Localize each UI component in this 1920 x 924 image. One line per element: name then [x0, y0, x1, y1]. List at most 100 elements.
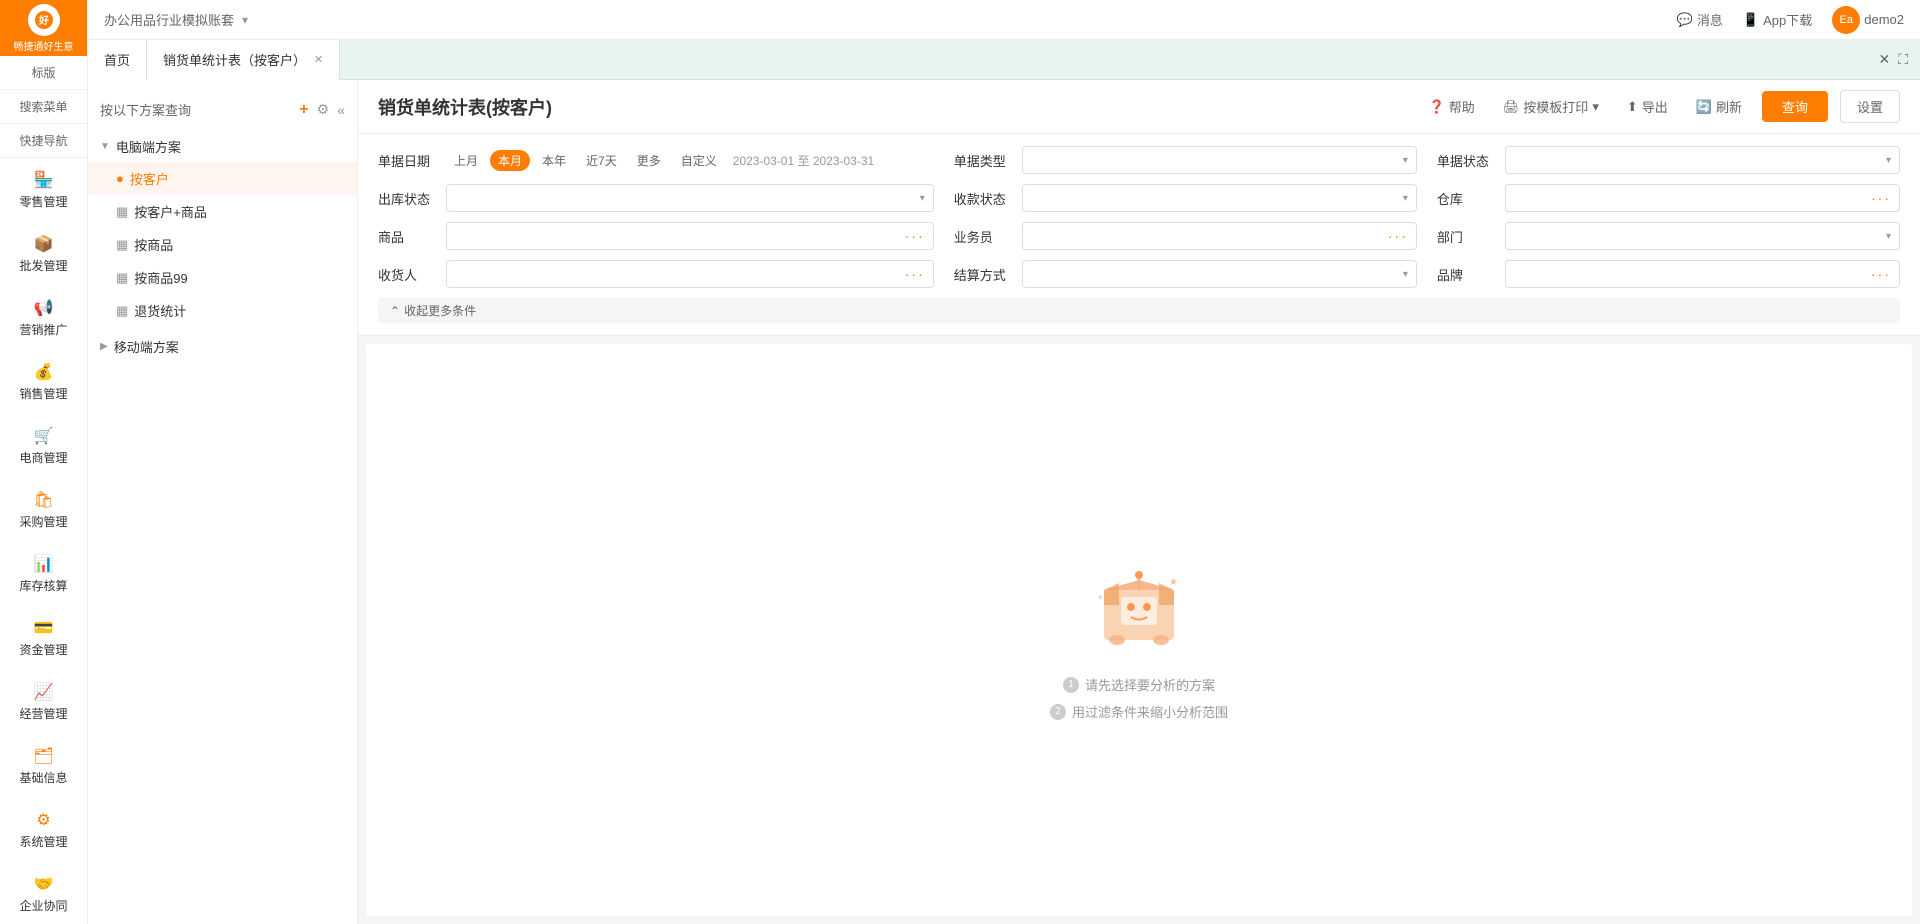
receiver-dots: ···: [905, 266, 925, 282]
department-chevron: ▾: [1886, 231, 1891, 242]
salesperson-label: 业务员: [954, 227, 1014, 246]
warehouse-dots: ···: [1871, 190, 1891, 206]
receiver-label: 收货人: [378, 265, 438, 284]
query-btn[interactable]: 查询: [1762, 91, 1828, 122]
sidebar-logo[interactable]: 好 畅捷通好生意: [0, 0, 88, 56]
sidebar-item-enterprise[interactable]: 🤝 企业协同: [0, 862, 87, 924]
collapse-btn[interactable]: ⌃ 收起更多条件: [378, 298, 1900, 323]
purchase-icon: 🛍: [33, 490, 53, 510]
plan-item-return-stat[interactable]: ▦ 退货统计: [88, 294, 357, 327]
date-tab-more[interactable]: 更多: [629, 150, 669, 171]
left-panel: 按以下方案查询 + ⚙ « ▼ 电脑端方案 ● 按客户 ▦: [88, 80, 358, 924]
help-icon: ❓: [1429, 99, 1445, 115]
order-status-control[interactable]: ▾: [1505, 146, 1900, 174]
sidebar-item-basic[interactable]: 🗂 基础信息: [0, 734, 87, 798]
help-btn[interactable]: ❓ 帮助: [1421, 93, 1483, 120]
settlement-label: 结算方式: [954, 265, 1014, 284]
department-control[interactable]: ▾: [1505, 222, 1900, 250]
by-customer-label: 按客户: [130, 169, 169, 188]
right-content: 销货单统计表(按客户) ❓ 帮助 🖨 按模板打印 ▾ ⬆ 导出: [358, 80, 1920, 924]
warehouse-control[interactable]: ···: [1505, 184, 1900, 212]
sidebar-item-purchase[interactable]: 🛍 采购管理: [0, 478, 87, 542]
plan-item-customer-goods[interactable]: ▦ 按客户+商品: [88, 195, 357, 228]
print-btn[interactable]: 🖨 按模板打印 ▾: [1495, 93, 1607, 120]
goods-control[interactable]: ···: [446, 222, 934, 250]
sidebar-item-inventory[interactable]: 📊 库存核算: [0, 542, 87, 606]
date-tab-this-month[interactable]: 本月: [490, 150, 530, 171]
goods-dots: ···: [905, 228, 925, 244]
filter-row-2: 出库状态 ▾ 收款状态 ▾: [378, 184, 1900, 212]
date-tab-last-month[interactable]: 上月: [446, 150, 486, 171]
sidebar-search[interactable]: 标版: [0, 56, 87, 90]
sidebar-item-sales[interactable]: 💰 销售管理: [0, 350, 87, 414]
tab-sales-stat-label: 销货单统计表（按客户）: [163, 50, 306, 69]
receiver-control[interactable]: ···: [446, 260, 934, 288]
sidebar-item-operations[interactable]: 📈 经营管理: [0, 670, 87, 734]
department-label: 部门: [1437, 227, 1497, 246]
header-dropdown-icon[interactable]: ▾: [242, 13, 248, 27]
plan-group-pc-header[interactable]: ▼ 电脑端方案: [88, 131, 357, 162]
sidebar-item-finance[interactable]: 💳 资金管理: [0, 606, 87, 670]
quick-nav-label: 搜索菜单: [19, 100, 67, 114]
salesperson-control[interactable]: ···: [1022, 222, 1417, 250]
filter-row-4: 收货人 ··· 结算方式 ▾: [378, 260, 1900, 288]
avatar-text: Ea: [1840, 14, 1853, 26]
ecommerce-icon: 🛒: [34, 426, 54, 446]
user-info[interactable]: Ea demo2: [1832, 6, 1904, 34]
sidebar-item-ecommerce[interactable]: 🛒 电商管理: [0, 414, 87, 478]
date-tab-custom[interactable]: 自定义: [673, 150, 725, 171]
filter-order-status: 单据状态 ▾: [1437, 146, 1900, 174]
sales-icon: 💰: [34, 362, 54, 382]
sidebar-shortcut[interactable]: 快捷导航: [0, 124, 87, 158]
plan-item-by-customer[interactable]: ● 按客户: [88, 162, 357, 195]
plan-item-goods-99[interactable]: ▦ 按商品99: [88, 261, 357, 294]
app-download-btn[interactable]: 📱 App下载: [1743, 10, 1812, 29]
inventory-label: 库存核算: [19, 577, 67, 594]
plan-item-by-goods[interactable]: ▦ 按商品: [88, 228, 357, 261]
export-btn[interactable]: ⬆ 导出: [1619, 93, 1676, 120]
date-tab-last-7[interactable]: 近7天: [578, 150, 625, 171]
settlement-control[interactable]: ▾: [1022, 260, 1417, 288]
left-panel-header: 按以下方案查询 + ⚙ «: [88, 92, 357, 127]
basic-icon: 🗂: [33, 746, 53, 766]
out-status-control[interactable]: ▾: [446, 184, 934, 212]
window-expand-icon[interactable]: ⛶: [1898, 51, 1908, 68]
filter-order-type: 单据类型 ▾: [954, 146, 1417, 174]
add-plan-icon[interactable]: +: [299, 101, 308, 119]
print-dropdown-icon[interactable]: ▾: [1592, 99, 1599, 115]
filter-date: 单据日期 上月 本月 本年 近7天 更多 自定义 2023-03-01 至 20…: [378, 150, 934, 171]
payment-status-control[interactable]: ▾: [1022, 184, 1417, 212]
collapse-panel-icon[interactable]: «: [337, 102, 345, 118]
plan-group-pc: ▼ 电脑端方案 ● 按客户 ▦ 按客户+商品 ▦ 按商品 ▦ 按商品99: [88, 131, 357, 327]
window-close-icon[interactable]: ✕: [1878, 51, 1890, 68]
hint-num-1: 1: [1063, 677, 1079, 693]
brand-control[interactable]: ···: [1505, 260, 1900, 288]
message-btn[interactable]: 💬 消息: [1677, 10, 1723, 29]
sidebar-quick-nav[interactable]: 搜索菜单: [0, 90, 87, 124]
date-tab-this-year[interactable]: 本年: [534, 150, 574, 171]
logo-icon: 好: [28, 4, 60, 36]
settlement-chevron: ▾: [1403, 269, 1408, 280]
group-pc-label: 电脑端方案: [116, 137, 181, 156]
group-mobile-label: 移动端方案: [114, 337, 179, 356]
retail-label: 零售管理: [19, 193, 67, 210]
payment-status-chevron: ▾: [1403, 193, 1408, 204]
tab-sales-stat[interactable]: 销货单统计表（按客户） ✕: [147, 40, 340, 80]
filter-area: 单据日期 上月 本月 本年 近7天 更多 自定义 2023-03-01 至 20…: [358, 134, 1920, 336]
settings-plan-icon[interactable]: ⚙: [317, 101, 330, 118]
tab-close-icon[interactable]: ✕: [314, 53, 323, 66]
plan-group-mobile-header[interactable]: ▶ 移动端方案: [88, 331, 357, 362]
filter-brand: 品牌 ···: [1437, 260, 1900, 288]
order-type-control[interactable]: ▾: [1022, 146, 1417, 174]
sidebar-item-system[interactable]: ⚙ 系统管理: [0, 798, 87, 862]
sidebar-item-retail[interactable]: 🏪 零售管理: [0, 158, 87, 222]
page-content: 按以下方案查询 + ⚙ « ▼ 电脑端方案 ● 按客户 ▦: [88, 80, 1920, 924]
setting-btn[interactable]: 设置: [1840, 90, 1900, 123]
top-header: 办公用品行业模拟账套 ▾ 💬 消息 📱 App下载 Ea demo2: [88, 0, 1920, 40]
sidebar-item-marketing[interactable]: 📢 营销推广: [0, 286, 87, 350]
filter-out-status: 出库状态 ▾: [378, 184, 934, 212]
empty-state: ★ ✦ 1 请先选择要分析的方案 2 用过滤条件来缩小分析范围: [366, 344, 1912, 916]
sidebar-item-wholesale[interactable]: 📦 批发管理: [0, 222, 87, 286]
tab-home[interactable]: 首页: [88, 40, 147, 80]
refresh-btn[interactable]: 🔄 刷新: [1688, 93, 1750, 120]
